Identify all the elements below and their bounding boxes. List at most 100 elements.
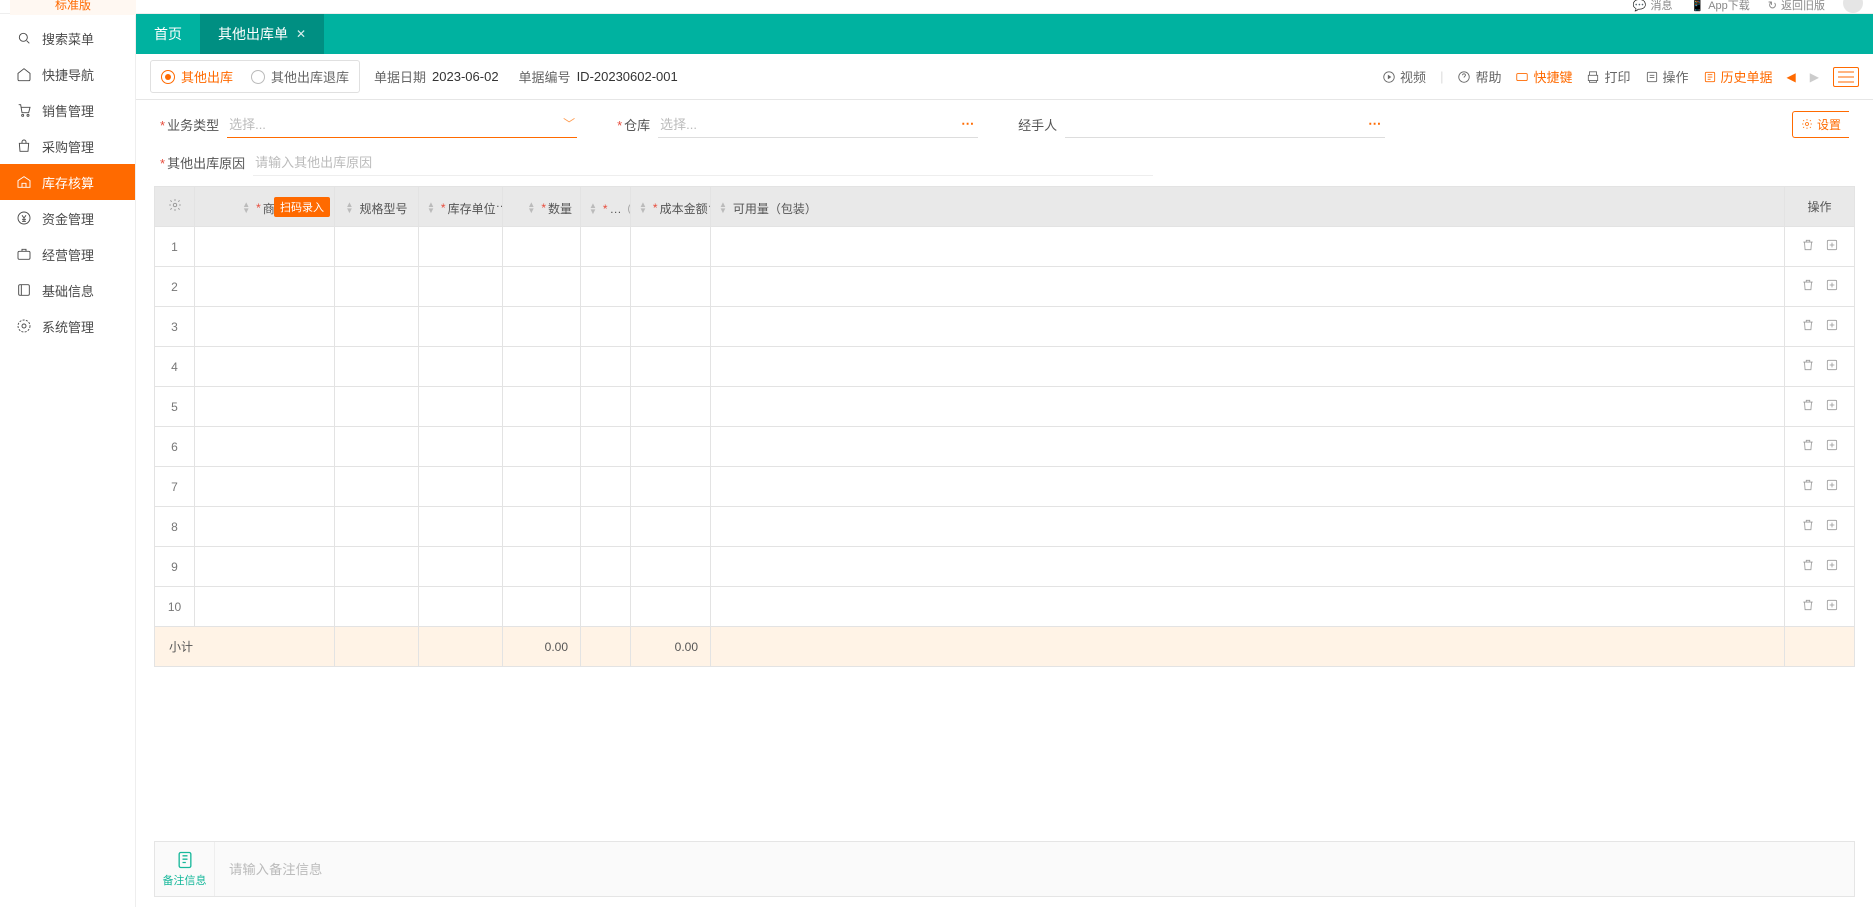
table-row[interactable]: 5	[155, 387, 1855, 427]
operate-link[interactable]: 操作	[1645, 67, 1689, 86]
book-icon	[16, 282, 32, 298]
add-row-icon[interactable]	[1825, 318, 1839, 332]
table-row[interactable]: 3	[155, 307, 1855, 347]
sidebar-item-bag[interactable]: 采购管理	[0, 128, 135, 164]
history-link[interactable]: 历史单据	[1703, 67, 1773, 86]
col-extra[interactable]: ▲▼*…?	[581, 187, 631, 227]
delete-icon[interactable]	[1801, 518, 1815, 532]
delete-icon[interactable]	[1801, 478, 1815, 492]
add-row-icon[interactable]	[1825, 358, 1839, 372]
field-handler: 经手人 ⋯	[1018, 110, 1385, 138]
table-row[interactable]: 4	[155, 347, 1855, 387]
home-icon	[16, 66, 32, 82]
row-number: 1	[155, 227, 195, 267]
table-row[interactable]: 2	[155, 267, 1855, 307]
delete-icon[interactable]	[1801, 398, 1815, 412]
avatar[interactable]	[1843, 0, 1863, 13]
top-app-link[interactable]: 📱 App下载	[1691, 0, 1750, 13]
action-bar: 其他出库 其他出库退库 单据日期 2023-06-02 单据编号 ID-2023…	[136, 54, 1873, 100]
list-view-icon[interactable]	[1833, 67, 1859, 87]
add-row-icon[interactable]	[1825, 478, 1839, 492]
help-link[interactable]: 帮助	[1457, 67, 1501, 86]
field-reason: *其他出库原因 请输入其他出库原因	[160, 148, 1153, 176]
column-settings-icon[interactable]	[155, 187, 195, 227]
top-return-link[interactable]: ↻ 返回旧版	[1768, 0, 1825, 13]
radio-other-outbound-return[interactable]: 其他出库退库	[251, 67, 349, 86]
sidebar-item-label: 快捷导航	[42, 65, 94, 84]
doc-date-value[interactable]: 2023-06-02	[432, 69, 499, 84]
add-row-icon[interactable]	[1825, 438, 1839, 452]
shortcut-link[interactable]: 快捷键	[1515, 67, 1572, 86]
grid-wrap: ▲▼*商品 扫码录入 ▲▼规格型号 ▲▼*库存单位 ▲▼*数量 ▲▼*…? ▲▼…	[136, 186, 1873, 813]
gear-circle-icon	[16, 318, 32, 334]
field-warehouse: *仓库 选择... ⋯	[617, 110, 978, 138]
col-cost[interactable]: ▲▼*成本金额	[631, 187, 711, 227]
tab-home[interactable]: 首页	[136, 14, 200, 54]
top-msg-link[interactable]: 💬 消息	[1633, 0, 1673, 13]
sidebar-item-label: 库存核算	[42, 173, 94, 192]
delete-icon[interactable]	[1801, 358, 1815, 372]
sidebar-item-money[interactable]: 资金管理	[0, 200, 135, 236]
sidebar-item-label: 经营管理	[42, 245, 94, 264]
delete-icon[interactable]	[1801, 558, 1815, 572]
sidebar-item-book[interactable]: 基础信息	[0, 272, 135, 308]
table-row[interactable]: 9	[155, 547, 1855, 587]
warehouse-select[interactable]: 选择... ⋯	[658, 110, 978, 138]
add-row-icon[interactable]	[1825, 598, 1839, 612]
sidebar-item-gear-circle[interactable]: 系统管理	[0, 308, 135, 344]
remark-bar: 备注信息	[154, 841, 1855, 897]
delete-icon[interactable]	[1801, 278, 1815, 292]
items-grid: ▲▼*商品 扫码录入 ▲▼规格型号 ▲▼*库存单位 ▲▼*数量 ▲▼*…? ▲▼…	[154, 186, 1855, 667]
col-spec[interactable]: ▲▼规格型号	[335, 187, 419, 227]
add-row-icon[interactable]	[1825, 238, 1839, 252]
sidebar-item-warehouse[interactable]: 库存核算	[0, 164, 135, 200]
business-type-select[interactable]: 选择... ﹀	[227, 110, 577, 138]
doc-number: 单据编号 ID-20230602-001	[519, 67, 678, 86]
form-row-1: *业务类型 选择... ﹀ *仓库 选择... ⋯ 经手人 ⋯	[136, 100, 1873, 148]
add-row-icon[interactable]	[1825, 398, 1839, 412]
close-icon[interactable]: ✕	[296, 27, 306, 41]
radio-other-outbound[interactable]: 其他出库	[161, 67, 233, 86]
sidebar-item-briefcase[interactable]: 经营管理	[0, 236, 135, 272]
remark-input[interactable]	[215, 842, 1854, 896]
sidebar-item-search[interactable]: 搜索菜单	[0, 20, 135, 56]
scan-input-badge[interactable]: 扫码录入	[274, 197, 330, 217]
radio-dot-icon	[161, 70, 175, 84]
prev-doc-arrow-icon[interactable]: ◀	[1787, 70, 1796, 84]
table-row[interactable]: 1	[155, 227, 1855, 267]
col-unit[interactable]: ▲▼*库存单位	[419, 187, 503, 227]
row-number: 4	[155, 347, 195, 387]
table-row[interactable]: 8	[155, 507, 1855, 547]
print-link[interactable]: 打印	[1586, 67, 1630, 86]
handler-select[interactable]: ⋯	[1065, 110, 1385, 138]
sidebar-item-label: 基础信息	[42, 281, 94, 300]
reason-input[interactable]: 请输入其他出库原因	[253, 148, 1153, 176]
doc-number-value: ID-20230602-001	[577, 69, 678, 84]
col-product[interactable]: ▲▼*商品 扫码录入	[195, 187, 335, 227]
delete-icon[interactable]	[1801, 318, 1815, 332]
table-row[interactable]: 6	[155, 427, 1855, 467]
col-qty[interactable]: ▲▼*数量	[503, 187, 581, 227]
table-row[interactable]: 7	[155, 467, 1855, 507]
sidebar-item-label: 搜索菜单	[42, 29, 94, 48]
cart-icon	[16, 102, 32, 118]
sidebar-item-cart[interactable]: 销售管理	[0, 92, 135, 128]
add-row-icon[interactable]	[1825, 558, 1839, 572]
delete-icon[interactable]	[1801, 598, 1815, 612]
field-business-type: *业务类型 选择... ﹀	[160, 110, 577, 138]
add-row-icon[interactable]	[1825, 518, 1839, 532]
delete-icon[interactable]	[1801, 438, 1815, 452]
table-row[interactable]: 10	[155, 587, 1855, 627]
delete-icon[interactable]	[1801, 238, 1815, 252]
sidebar-item-label: 销售管理	[42, 101, 94, 120]
next-doc-arrow-icon[interactable]: ▶	[1810, 70, 1819, 84]
ellipsis-icon: ⋯	[1368, 116, 1383, 132]
sidebar-item-home[interactable]: 快捷导航	[0, 56, 135, 92]
tab-other-outbound[interactable]: 其他出库单 ✕	[200, 14, 324, 54]
video-link[interactable]: 视频	[1382, 67, 1426, 86]
row-number: 9	[155, 547, 195, 587]
add-row-icon[interactable]	[1825, 278, 1839, 292]
col-avail[interactable]: ▲▼可用量（包装）	[711, 187, 1785, 227]
sidebar-item-label: 系统管理	[42, 317, 94, 336]
settings-button[interactable]: 设置	[1792, 111, 1849, 138]
